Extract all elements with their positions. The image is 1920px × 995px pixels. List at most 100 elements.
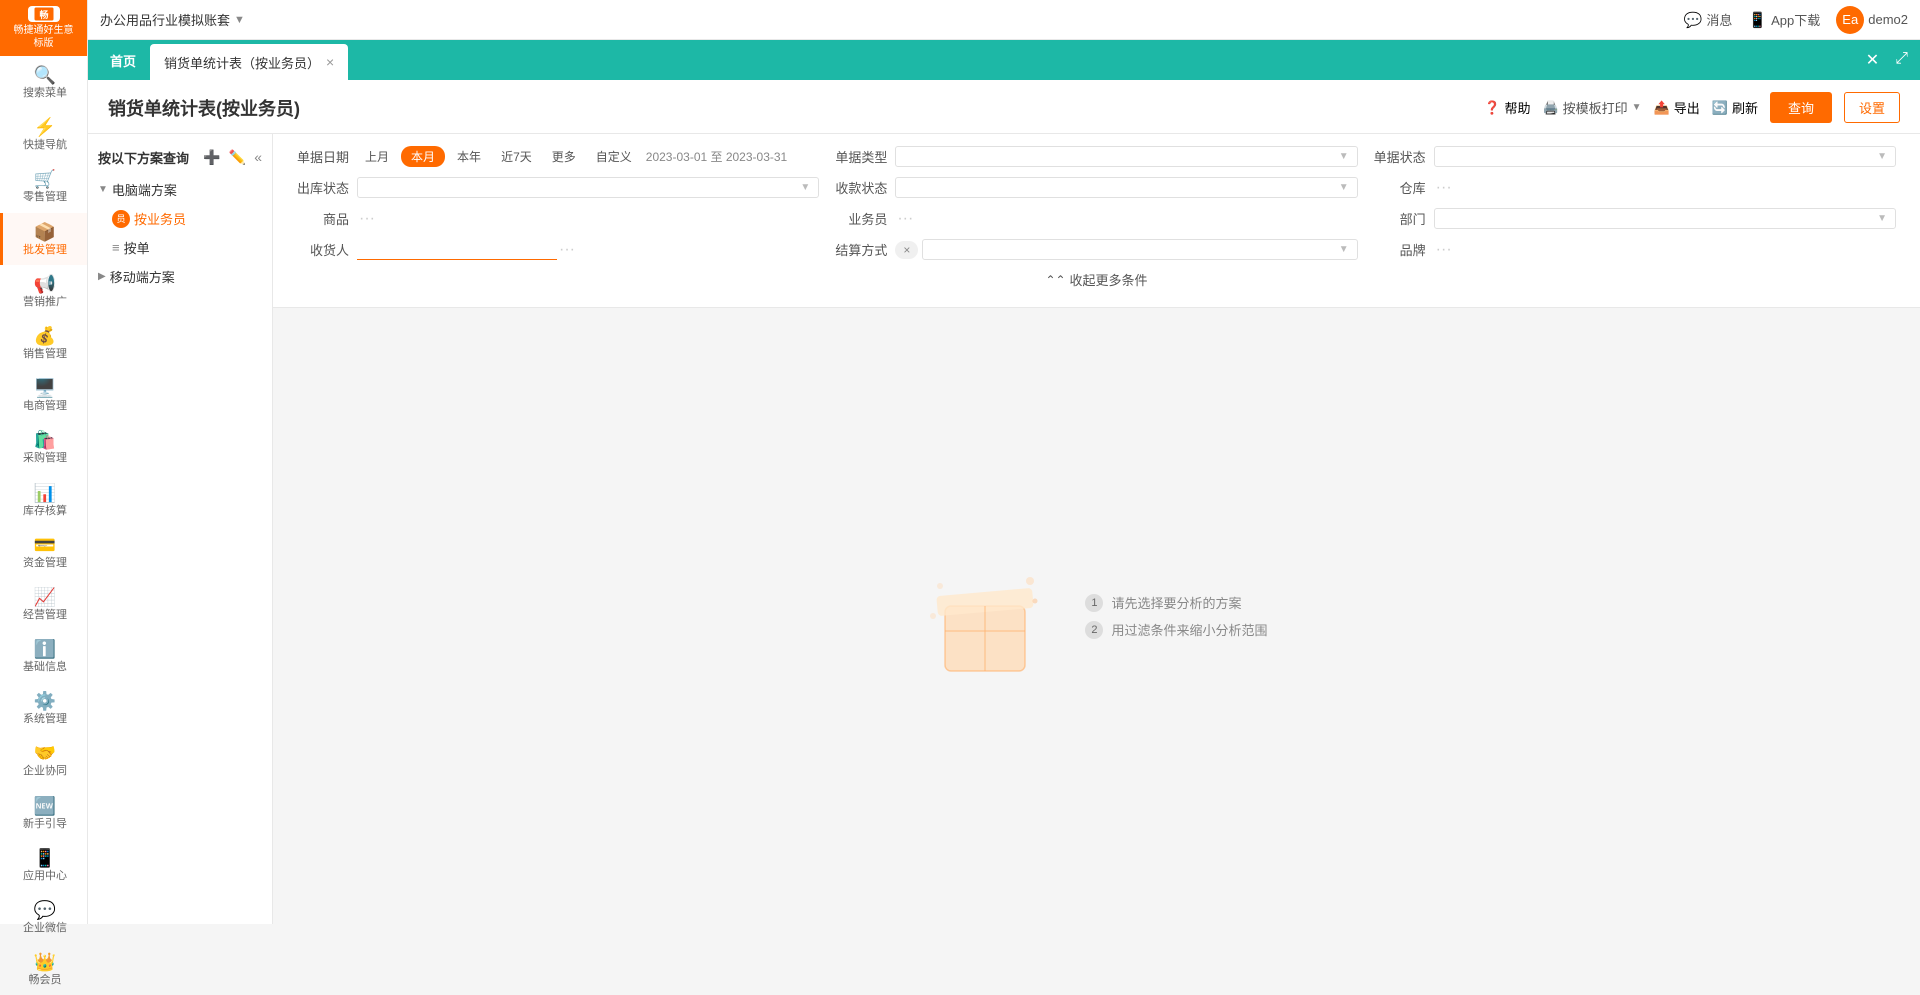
date-range-text: 2023-03-01 至 2023-03-31 [646,148,787,165]
filter-area: 单据日期 上月 本月 本年 近7天 更多 自定义 20 [273,134,1920,308]
brand-more-btn[interactable]: ··· [1436,241,1452,259]
user-menu[interactable]: Ea demo2 [1836,6,1908,34]
empty-illustration [925,566,1045,666]
department-select[interactable]: ▼ [1434,208,1896,229]
help-btn[interactable]: ❓ 帮助 [1484,98,1530,117]
export-btn[interactable]: 📤 导出 [1654,98,1700,117]
settlement-label: 结算方式 [835,240,887,259]
filter-cell-goods: 商品 ··· [289,208,827,229]
app-icon: 📱 [1748,11,1767,29]
sidebar-item-wholesale[interactable]: 📦 批发管理 [0,213,87,265]
date-last-month[interactable]: 上月 [357,146,397,167]
sidebar-item-newuser[interactable]: 🆕 新手引导 [0,787,87,839]
settlement-select[interactable]: ▼ [922,239,1357,260]
tab-home[interactable]: 首页 [96,40,150,80]
receiver-more-btn[interactable]: ··· [559,241,575,259]
tree-item-order[interactable]: ≡ 按单 [88,233,272,262]
sidebar-item-marketing[interactable]: 📢 营销推广 [0,265,87,317]
tree-item-salesperson-label: 按业务员 [134,209,186,228]
chevron-down-icon: ▼ [234,14,245,26]
system-icon: ⚙️ [34,692,56,710]
tab-close-icon[interactable]: × [326,55,334,69]
refresh-label: 刷新 [1732,98,1758,117]
fullscreen-btn[interactable]: ⤢ [1891,46,1912,74]
active-tab-label: 销货单统计表（按业务员） [164,53,320,72]
status-select[interactable]: ▼ [1434,146,1896,167]
tab-sales-stats[interactable]: 销货单统计表（按业务员） × [150,44,348,80]
date-label: 单据日期 [297,147,349,166]
sidebar-item-purchase[interactable]: 🛍️ 采购管理 [0,421,87,473]
out-status-select[interactable]: ▼ [357,177,819,198]
sidebar-item-retail[interactable]: 🛒 零售管理 [0,160,87,212]
salesperson-more-btn[interactable]: ··· [897,210,913,228]
vip-icon: 👑 [34,953,56,971]
message-label: 消息 [1706,10,1732,29]
edit-scheme-icon[interactable]: ✏️ [229,149,246,166]
sidebar-item-basic[interactable]: ℹ️ 基础信息 [0,630,87,682]
sidebar-item-quicknav[interactable]: ⚡ 快捷导航 [0,108,87,160]
sidebar-item-label: 批发管理 [23,244,67,257]
type-select[interactable]: ▼ [895,146,1357,167]
brand-label: 品牌 [1374,240,1426,259]
main-area: 办公用品行业模拟账套 ▼ 💬 消息 📱 App下载 Ea demo2 首页 [88,0,1920,924]
template-print-label: 按模板打印 [1563,98,1628,117]
settings-button[interactable]: 设置 [1844,92,1900,123]
sidebar-item-vip[interactable]: 👑 畅会员 [0,943,87,995]
filter-cell-date: 单据日期 上月 本月 本年 近7天 更多 自定义 20 [289,146,827,167]
date-this-year[interactable]: 本年 [449,146,489,167]
collapse-more-btn[interactable]: ⌃⌃ 收起更多条件 [289,264,1904,295]
sidebar-item-operations[interactable]: 📈 经营管理 [0,578,87,630]
filter-cell-department: 部门 ▼ [1366,208,1904,229]
empty-box-svg [925,566,1045,676]
refresh-icon: 🔄 [1712,100,1728,116]
date-more[interactable]: 更多 [544,146,584,167]
sidebar-item-enterprise[interactable]: 🤝 企业协同 [0,734,87,786]
retail-icon: 🛒 [34,170,56,188]
sidebar-item-finance[interactable]: 💳 资金管理 [0,526,87,578]
sidebar-item-wechat[interactable]: 💬 企业微信 [0,891,87,943]
receiver-input[interactable] [357,240,557,260]
date-7days[interactable]: 近7天 [493,146,540,167]
refresh-btn[interactable]: 🔄 刷新 [1712,98,1758,117]
sales-icon: 💰 [34,327,56,345]
salesperson-icon: 员 [112,210,130,228]
filter-cell-settlement: 结算方式 × ▼ [827,239,1365,260]
sidebar-item-sales[interactable]: 💰 销售管理 [0,317,87,369]
warehouse-more-btn[interactable]: ··· [1436,179,1452,197]
sidebar-item-appcenter[interactable]: 📱 应用中心 [0,839,87,891]
collect-status-select[interactable]: ▼ [895,177,1357,198]
marketing-icon: 📢 [34,275,56,293]
collapse-panel-icon[interactable]: « [254,149,262,166]
header-top-row: 销货单统计表(按业务员) ❓ 帮助 🖨️ 按模板打印 ▼ 📤 导出 [108,92,1900,133]
goods-more-btn[interactable]: ··· [359,210,375,228]
type-select-arrow-icon: ▼ [1339,151,1349,162]
add-scheme-icon[interactable]: ➕ [203,149,220,166]
filter-row-2: 出库状态 ▼ 收款状态 ▼ [289,177,1904,198]
date-this-month[interactable]: 本月 [401,146,445,167]
sidebar-item-ecommerce[interactable]: 🖥️ 电商管理 [0,369,87,421]
filter-cell-brand: 品牌 ··· [1366,239,1904,260]
avatar-text: Ea [1842,12,1858,27]
app-download-btn[interactable]: 📱 App下载 [1748,10,1820,29]
topbar-right: 💬 消息 📱 App下载 Ea demo2 [1684,6,1908,34]
content-area: 销货单统计表(按业务员) ❓ 帮助 🖨️ 按模板打印 ▼ 📤 导出 [88,80,1920,924]
tree-item-salesperson[interactable]: 员 按业务员 [88,204,272,233]
query-button[interactable]: 查询 [1770,92,1832,123]
message-btn[interactable]: 💬 消息 [1684,10,1733,29]
sidebar-item-label: 库存核算 [23,505,67,518]
basic-icon: ℹ️ [34,640,56,658]
template-print-btn[interactable]: 🖨️ 按模板打印 ▼ [1542,98,1641,117]
settlement-tag-close-btn[interactable]: × [903,243,910,257]
sidebar-item-label: 营销推广 [23,296,67,309]
sidebar-item-inventory[interactable]: 📊 库存核算 [0,474,87,526]
filter-cell-type: 单据类型 ▼ [827,146,1365,167]
close-window-btn[interactable]: ✕ [1862,46,1883,74]
sidebar-item-search[interactable]: 🔍 搜索菜单 [0,56,87,108]
tree-arrow-icon: ▼ [98,184,108,195]
filter-cell-salesperson: 业务员 ··· [827,208,1365,229]
sidebar-item-system[interactable]: ⚙️ 系统管理 [0,682,87,734]
date-filter-area: 上月 本月 本年 近7天 更多 自定义 2023-03-01 至 2023-03… [357,146,787,167]
logo-text: 畅捷通好生意 标版 [14,24,74,50]
date-custom[interactable]: 自定义 [588,146,640,167]
account-dropdown[interactable]: 办公用品行业模拟账套 ▼ [100,10,245,29]
